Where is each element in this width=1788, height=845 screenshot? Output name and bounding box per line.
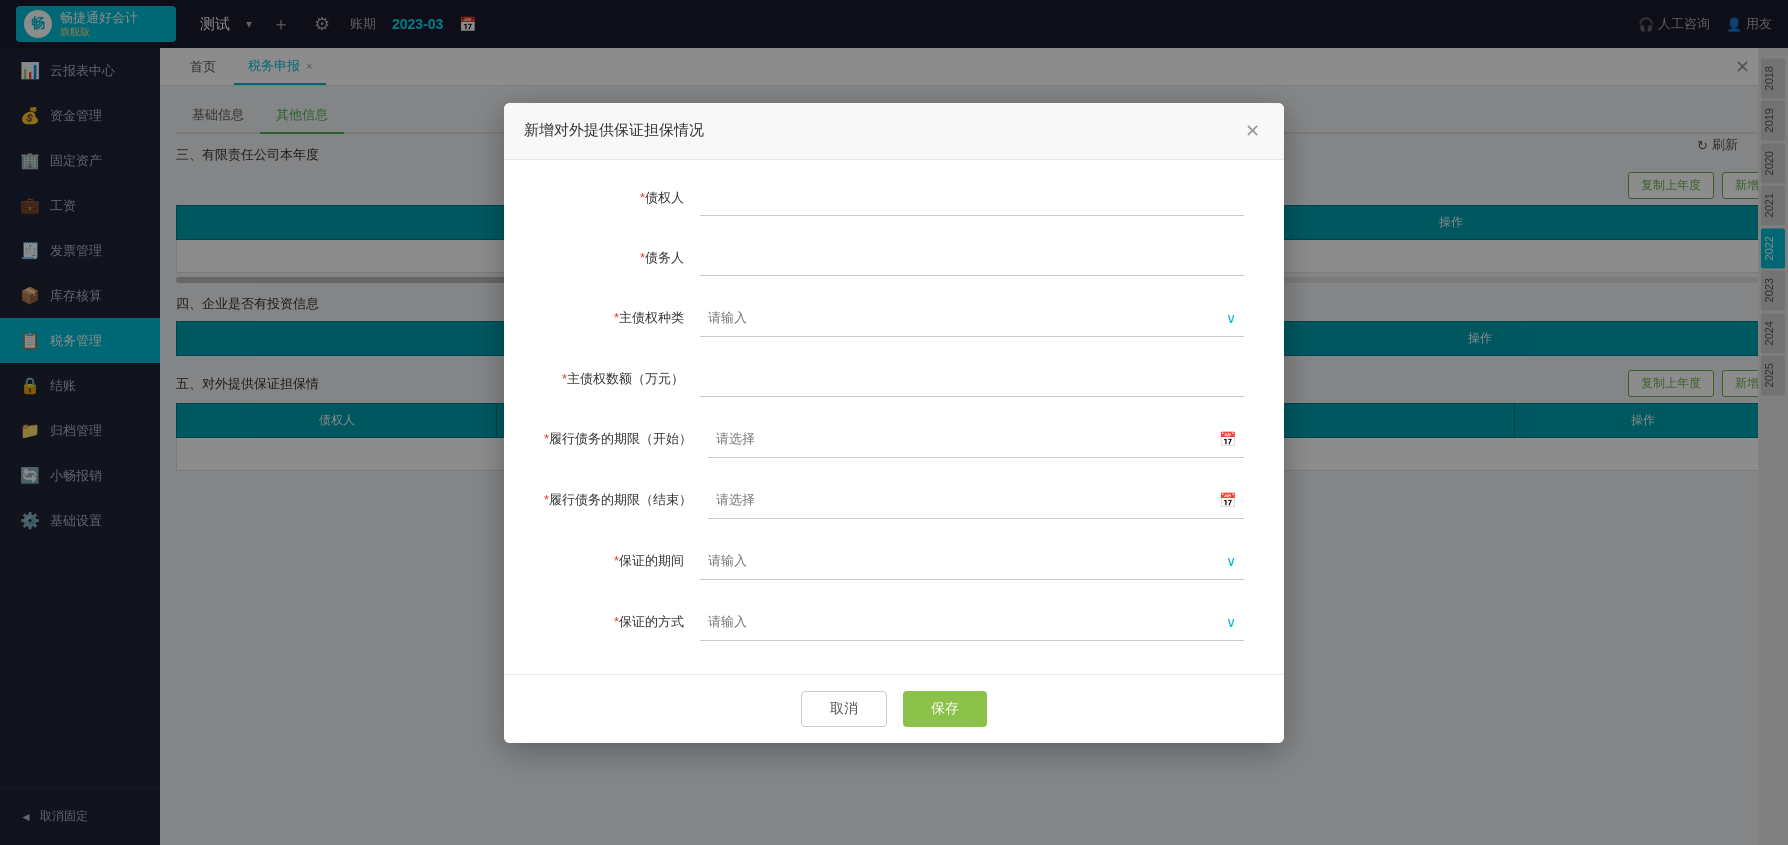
form-row-claim-type: *主债权种类 ∨ (544, 300, 1244, 337)
required-mark-guarantee-method: * (614, 614, 619, 629)
modal-close-button[interactable]: ✕ (1240, 119, 1264, 143)
required-mark-period-start: * (544, 431, 549, 446)
modal-dialog: 新增对外提供保证担保情况 ✕ *债权人 *债务人 *主债权种类 (504, 103, 1284, 743)
dropdown-guarantee-method-icon[interactable]: ∨ (1226, 614, 1244, 630)
input-claim-amount[interactable] (700, 361, 1244, 397)
input-guarantee-method[interactable] (700, 604, 1226, 640)
form-row-debtor: *债务人 (544, 240, 1244, 276)
input-creditor[interactable] (700, 180, 1244, 216)
required-mark-claim-type: * (614, 310, 619, 325)
calendar-period-end-icon[interactable]: 📅 (1219, 492, 1244, 508)
input-debtor[interactable] (700, 240, 1244, 276)
label-claim-amount: *主债权数额（万元） (544, 370, 684, 388)
required-mark-guarantee-period: * (614, 553, 619, 568)
modal-header: 新增对外提供保证担保情况 ✕ (504, 103, 1284, 160)
label-guarantee-method: *保证的方式 (544, 613, 684, 631)
label-debtor: *债务人 (544, 249, 684, 267)
input-period-start[interactable] (708, 421, 1219, 457)
label-creditor: *债权人 (544, 189, 684, 207)
select-wrap-claim-type: ∨ (700, 300, 1244, 337)
input-guarantee-period[interactable] (700, 543, 1226, 579)
required-mark-debtor: * (640, 250, 645, 265)
label-claim-type: *主债权种类 (544, 309, 684, 327)
modal-overlay: 新增对外提供保证担保情况 ✕ *债权人 *债务人 *主债权种类 (0, 0, 1788, 845)
modal-title: 新增对外提供保证担保情况 (524, 121, 704, 140)
form-row-guarantee-method: *保证的方式 ∨ (544, 604, 1244, 641)
modal-footer: 取消 保存 (504, 674, 1284, 743)
save-button[interactable]: 保存 (903, 691, 987, 727)
form-row-guarantee-period: *保证的期间 ∨ (544, 543, 1244, 580)
label-period-start: *履行债务的期限（开始） (544, 430, 692, 448)
input-period-end[interactable] (708, 482, 1219, 518)
modal-body: *债权人 *债务人 *主债权种类 ∨ (504, 160, 1284, 674)
select-wrap-guarantee-period: ∨ (700, 543, 1244, 580)
form-row-period-end: *履行债务的期限（结束） 📅 (544, 482, 1244, 519)
select-wrap-guarantee-method: ∨ (700, 604, 1244, 641)
cancel-button[interactable]: 取消 (801, 691, 887, 727)
form-row-creditor: *债权人 (544, 180, 1244, 216)
form-row-period-start: *履行债务的期限（开始） 📅 (544, 421, 1244, 458)
dropdown-guarantee-period-icon[interactable]: ∨ (1226, 553, 1244, 569)
required-mark-period-end: * (544, 492, 549, 507)
required-mark-creditor: * (640, 190, 645, 205)
label-guarantee-period: *保证的期间 (544, 552, 684, 570)
dropdown-claim-type-icon[interactable]: ∨ (1226, 310, 1244, 326)
required-mark-claim-amount: * (562, 371, 567, 386)
date-wrap-period-end: 📅 (708, 482, 1244, 519)
date-wrap-period-start: 📅 (708, 421, 1244, 458)
label-period-end: *履行债务的期限（结束） (544, 491, 692, 509)
calendar-period-start-icon[interactable]: 📅 (1219, 431, 1244, 447)
input-claim-type[interactable] (700, 300, 1226, 336)
form-row-claim-amount: *主债权数额（万元） (544, 361, 1244, 397)
